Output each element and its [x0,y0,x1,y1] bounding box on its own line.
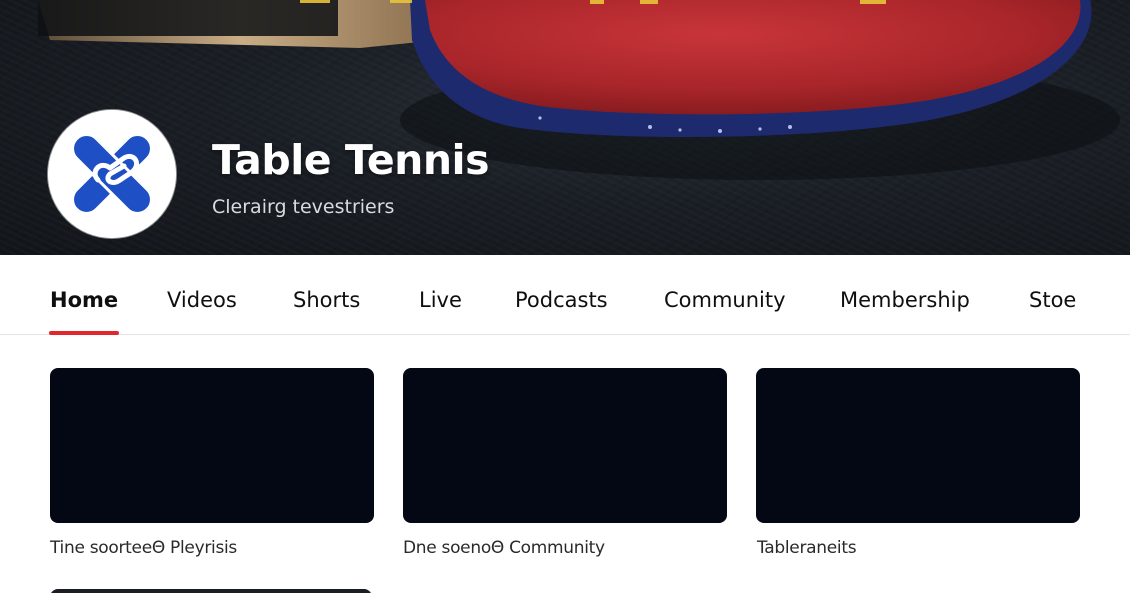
channel-tabs: Home Videos Shorts Live Podcasts Communi… [0,255,1130,335]
active-tab-indicator [49,331,119,335]
video-thumbnail[interactable] [50,368,374,523]
tab-videos[interactable]: Videos [167,255,237,335]
channel-subtitle: Clerairg tevestriers [212,196,395,218]
tab-home[interactable]: Home [50,255,118,335]
card-title[interactable]: Tine soorteeΘ Pleyrisis [50,538,237,558]
channel-title: Table Tennis [212,136,490,184]
channel-avatar[interactable] [48,110,176,238]
table-tennis-paddle-image [38,0,1120,180]
video-thumbnail[interactable] [403,368,727,523]
tab-membership[interactable]: Membership [840,255,970,335]
tab-live[interactable]: Live [419,255,462,335]
tab-podcasts[interactable]: Podcasts [515,255,608,335]
video-thumbnail[interactable] [756,368,1080,523]
tab-store[interactable]: Stoe [1029,255,1076,335]
tab-community[interactable]: Community [664,255,786,335]
crossed-bandage-logo-icon [48,110,176,238]
tab-shorts[interactable]: Shorts [293,255,360,335]
card-title[interactable]: Tableraneits [757,538,857,558]
video-thumbnail-partial[interactable] [50,589,372,593]
card-title[interactable]: Dne soenoΘ Community [403,538,605,558]
channel-banner: Table Tennis Clerairg tevestriers [0,0,1130,255]
